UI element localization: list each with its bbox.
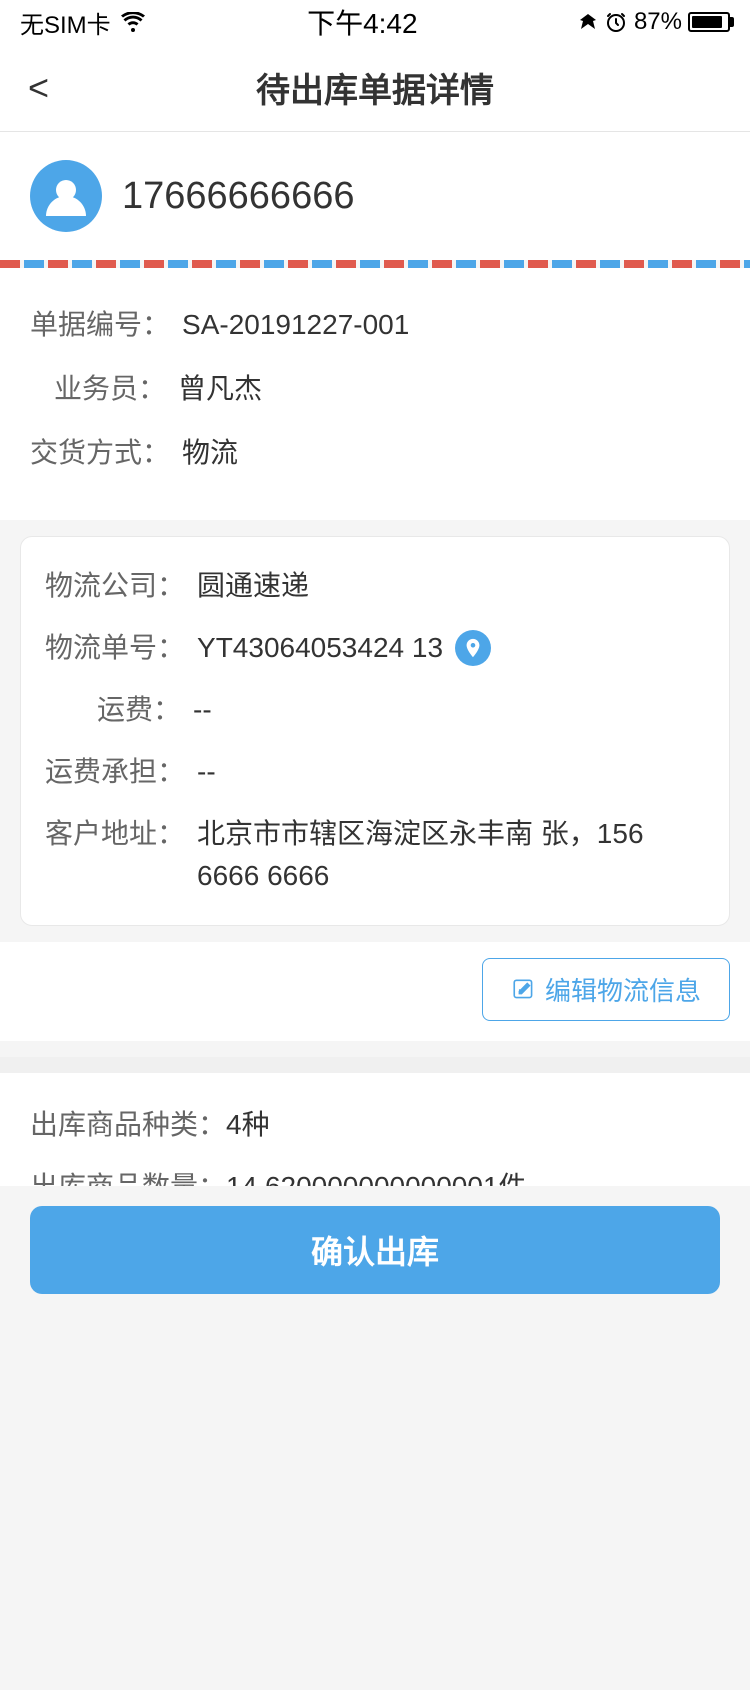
nav-bar: < 待出库单据详情 bbox=[0, 44, 750, 132]
delivery-label: 交货方式： bbox=[30, 432, 182, 474]
page-title: 待出库单据详情 bbox=[256, 63, 494, 112]
goods-type-label: 出库商品种类： bbox=[30, 1103, 226, 1143]
section-divider bbox=[0, 1057, 750, 1073]
carrier-label: 无SIM卡 bbox=[20, 5, 111, 40]
battery-icon bbox=[688, 12, 730, 32]
status-bar-time: 下午4:42 bbox=[307, 2, 418, 42]
order-number-value: SA-20191227-001 bbox=[182, 304, 720, 346]
delivery-value: 物流 bbox=[182, 432, 720, 474]
freight-value: -- bbox=[193, 689, 705, 731]
dashed-separator bbox=[0, 260, 750, 268]
empty-space bbox=[0, 1330, 750, 1530]
user-icon bbox=[42, 172, 90, 220]
confirm-outbound-button[interactable]: 确认出库 bbox=[30, 1206, 720, 1294]
user-header: 17666666666 bbox=[0, 132, 750, 260]
order-number-row: 单据编号： SA-20191227-001 bbox=[30, 304, 720, 346]
freight-bearer-label: 运费承担： bbox=[45, 751, 197, 793]
back-button[interactable]: < bbox=[28, 67, 49, 109]
avatar bbox=[30, 160, 102, 232]
edit-btn-label: 编辑物流信息 bbox=[545, 971, 701, 1008]
pin-icon bbox=[462, 637, 484, 659]
location-service-icon bbox=[578, 12, 598, 32]
wifi-icon bbox=[119, 12, 147, 32]
freight-bearer-value: -- bbox=[197, 751, 705, 793]
battery-percent: 87% bbox=[634, 8, 682, 36]
logistics-card: 物流公司： 圆通速递 物流单号： YT43064053424 13 运费： --… bbox=[20, 536, 730, 926]
logistics-company-label: 物流公司： bbox=[45, 565, 197, 607]
confirm-btn-label: 确认出库 bbox=[311, 1227, 439, 1273]
logistics-company-value: 圆通速递 bbox=[197, 565, 705, 607]
alarm-icon bbox=[604, 10, 628, 34]
staff-row: 业务员： 曾凡杰 bbox=[30, 368, 720, 410]
edit-btn-row: 编辑物流信息 bbox=[0, 942, 750, 1041]
address-row: 客户地址： 北京市市辖区海淀区永丰南 张，156 6666 6666 bbox=[45, 813, 705, 897]
freight-row: 运费： -- bbox=[45, 689, 705, 731]
logistics-company-row: 物流公司： 圆通速递 bbox=[45, 565, 705, 607]
confirm-btn-area: 确认出库 bbox=[0, 1186, 750, 1334]
status-bar-left: 无SIM卡 bbox=[20, 5, 147, 40]
logistics-tracking-label: 物流单号： bbox=[45, 627, 197, 669]
goods-type-row: 出库商品种类： 4种 bbox=[30, 1103, 720, 1143]
address-value: 北京市市辖区海淀区永丰南 张，156 6666 6666 bbox=[197, 813, 705, 897]
delivery-row: 交货方式： 物流 bbox=[30, 432, 720, 474]
logistics-tracking-row: 物流单号： YT43064053424 13 bbox=[45, 627, 705, 669]
goods-type-value: 4种 bbox=[226, 1103, 270, 1143]
freight-label: 运费： bbox=[45, 689, 193, 731]
edit-icon bbox=[511, 977, 537, 1003]
status-bar: 无SIM卡 下午4:42 87% bbox=[0, 0, 750, 44]
edit-logistics-button[interactable]: 编辑物流信息 bbox=[482, 958, 730, 1021]
order-number-label: 单据编号： bbox=[30, 304, 182, 346]
staff-value: 曾凡杰 bbox=[178, 368, 720, 410]
basic-info-section: 单据编号： SA-20191227-001 业务员： 曾凡杰 交货方式： 物流 bbox=[0, 268, 750, 520]
freight-bearer-row: 运费承担： -- bbox=[45, 751, 705, 793]
staff-label: 业务员： bbox=[30, 368, 178, 410]
status-bar-right: 87% bbox=[578, 8, 730, 36]
address-label: 客户地址： bbox=[45, 813, 197, 855]
user-phone: 17666666666 bbox=[122, 175, 354, 218]
logistics-tracking-value: YT43064053424 13 bbox=[197, 627, 705, 669]
tracking-location-icon[interactable] bbox=[455, 630, 491, 666]
